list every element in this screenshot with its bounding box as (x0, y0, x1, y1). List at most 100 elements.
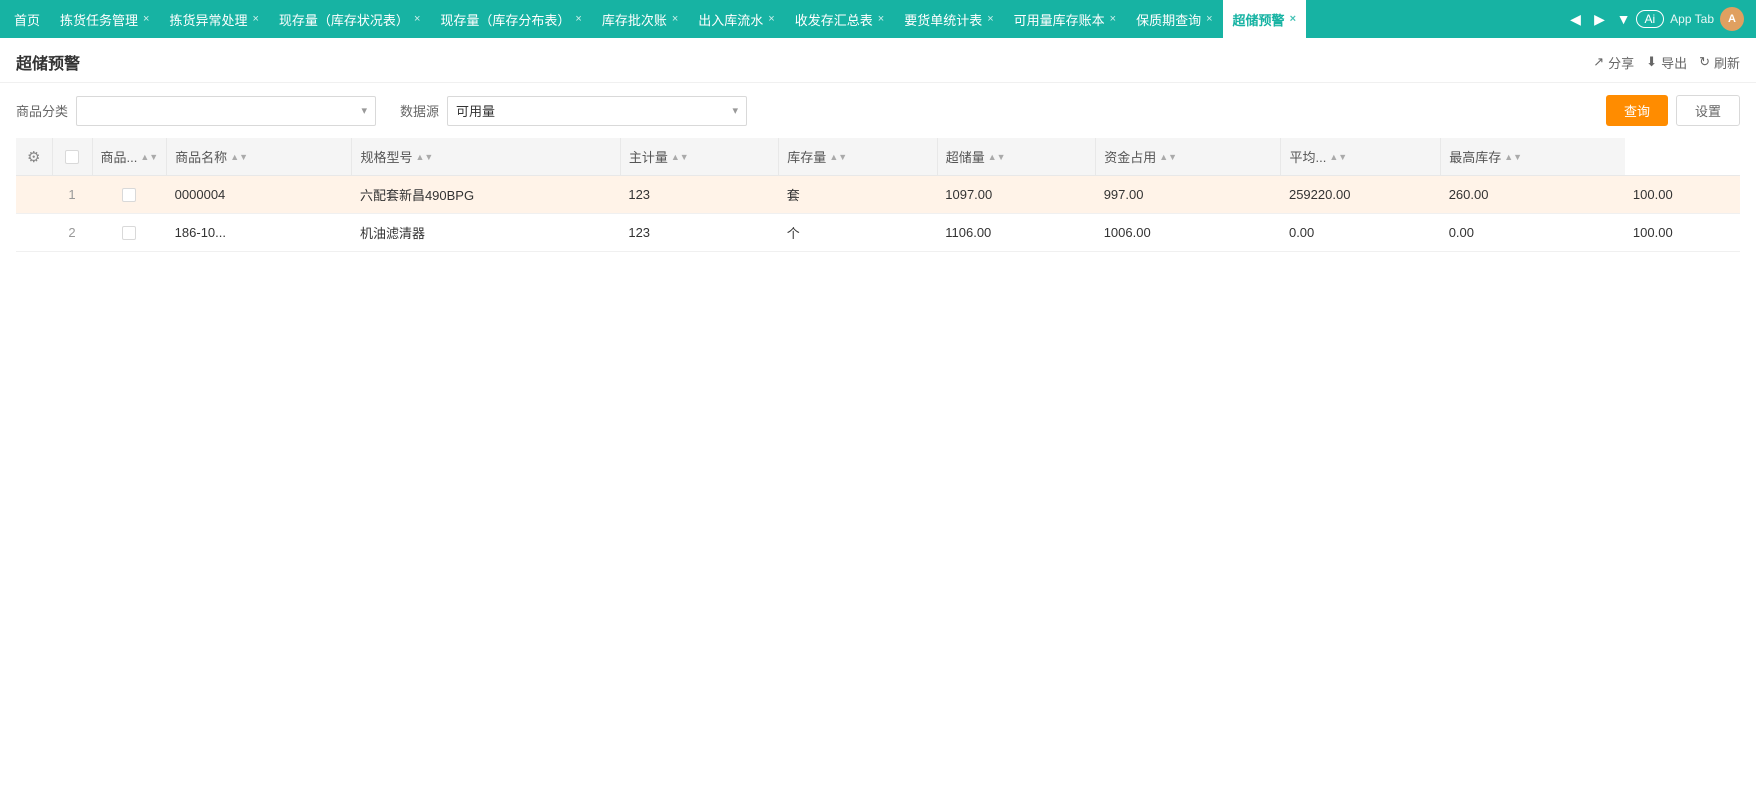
nav-close-icon-7[interactable]: × (878, 13, 884, 25)
th-stock[interactable]: 库存量 ▲▼ (779, 138, 937, 176)
row-gear-cell (16, 214, 52, 252)
row-capital: 259220.00 (1281, 176, 1441, 214)
nav-prev-button[interactable]: ◀ (1564, 0, 1588, 38)
row-checkbox-input[interactable] (122, 188, 136, 202)
sort-icon-spec: ▲▼ (415, 152, 433, 162)
row-checkbox-input[interactable] (122, 226, 136, 240)
row-product-code: 0000004 (167, 176, 352, 214)
sort-icon-max: ▲▼ (1504, 152, 1522, 162)
th-max-stock[interactable]: 最高库存 ▲▼ (1441, 138, 1625, 176)
th-product-code[interactable]: 商品... ▲▼ (92, 138, 167, 176)
data-table: ⚙ 商品... ▲▼ 商品名称 ▲▼ (16, 138, 1740, 252)
sort-icon: ▲▼ (140, 152, 158, 162)
header-actions: ↗ 分享 ⬇ 导出 ↻ 刷新 (1593, 53, 1740, 72)
avatar[interactable]: A (1720, 7, 1744, 31)
gear-icon[interactable]: ⚙ (27, 149, 40, 166)
refresh-button[interactable]: ↻ 刷新 (1699, 53, 1740, 72)
row-product-name: 机油滤清器 (352, 214, 620, 252)
th-unit[interactable]: 主计量 ▲▼ (620, 138, 778, 176)
row-product-name: 六配套新昌490BPG (352, 176, 620, 214)
datasource-select[interactable]: 可用量 ▾ (447, 96, 747, 126)
nav-item-11[interactable]: 超储预警× (1223, 0, 1306, 38)
sort-icon-over: ▲▼ (988, 152, 1006, 162)
nav-item-1[interactable]: 拣货任务管理× (50, 0, 159, 38)
nav-item-6[interactable]: 出入库流水× (688, 0, 784, 38)
table-row: 2186-10...机油滤清器123个1106.001006.000.000.0… (16, 214, 1740, 252)
row-over-stock: 1006.00 (1096, 214, 1281, 252)
row-avg: 0.00 (1441, 214, 1625, 252)
datasource-select-value: 可用量 (456, 101, 495, 120)
row-unit: 套 (779, 176, 937, 214)
export-icon: ⬇ (1646, 54, 1657, 70)
row-gear-cell (16, 176, 52, 214)
nav-item-7[interactable]: 收发存汇总表× (785, 0, 894, 38)
setting-button[interactable]: 设置 (1676, 95, 1740, 126)
row-checkbox (92, 176, 167, 214)
category-label: 商品分类 (16, 101, 68, 120)
select-all-checkbox[interactable] (65, 150, 79, 164)
filter-area: 商品分类 ▾ 数据源 可用量 ▾ 查询 设置 (0, 83, 1756, 138)
nav-close-icon-8[interactable]: × (987, 13, 993, 25)
th-spec[interactable]: 规格型号 ▲▼ (352, 138, 620, 176)
refresh-icon: ↻ (1699, 54, 1710, 70)
sort-product-code[interactable]: 商品... ▲▼ (101, 147, 159, 166)
nav-close-icon-2[interactable]: × (252, 13, 258, 25)
row-max-stock: 100.00 (1625, 176, 1740, 214)
category-filter-group: 商品分类 ▾ (16, 96, 376, 126)
nav-item-0[interactable]: 首页 (4, 0, 50, 38)
nav-close-icon-9[interactable]: × (1110, 13, 1116, 25)
filter-buttons: 查询 设置 (1606, 95, 1740, 126)
nav-item-5[interactable]: 库存批次账× (592, 0, 688, 38)
chevron-down-icon-2: ▾ (733, 104, 739, 117)
row-product-code: 186-10... (167, 214, 352, 252)
app-tab-label: App Tab (1670, 12, 1714, 26)
share-button[interactable]: ↗ 分享 (1593, 53, 1634, 72)
sort-icon-unit: ▲▼ (671, 152, 689, 162)
datasource-filter-group: 数据源 可用量 ▾ (400, 96, 747, 126)
nav-close-icon-5[interactable]: × (672, 13, 678, 25)
table-container: ⚙ 商品... ▲▼ 商品名称 ▲▼ (0, 138, 1756, 252)
nav-item-8[interactable]: 要货单统计表× (894, 0, 1003, 38)
query-button[interactable]: 查询 (1606, 95, 1668, 126)
th-product-name[interactable]: 商品名称 ▲▼ (167, 138, 352, 176)
th-checkbox (52, 138, 92, 176)
ai-badge[interactable]: Ai (1636, 10, 1665, 28)
table-row: 10000004六配套新昌490BPG123套1097.00997.002592… (16, 176, 1740, 214)
category-select[interactable]: ▾ (76, 96, 376, 126)
export-button[interactable]: ⬇ 导出 (1646, 53, 1687, 72)
nav-close-icon-1[interactable]: × (143, 13, 149, 25)
sort-icon-capital: ▲▼ (1159, 152, 1177, 162)
top-navigation: 首页拣货任务管理×拣货异常处理×现存量（库存状况表）×现存量（库存分布表）×库存… (0, 0, 1756, 38)
row-over-stock: 997.00 (1096, 176, 1281, 214)
row-checkbox (92, 214, 167, 252)
nav-close-icon-4[interactable]: × (575, 13, 581, 25)
row-stock: 1097.00 (937, 176, 1095, 214)
row-capital: 0.00 (1281, 214, 1441, 252)
nav-item-3[interactable]: 现存量（库存状况表）× (269, 0, 430, 38)
row-avg: 260.00 (1441, 176, 1625, 214)
row-spec: 123 (620, 214, 778, 252)
share-icon: ↗ (1593, 54, 1604, 70)
page-header: 超储预警 ↗ 分享 ⬇ 导出 ↻ 刷新 (0, 38, 1756, 83)
nav-item-9[interactable]: 可用量库存账本× (1004, 0, 1126, 38)
nav-next-button[interactable]: ▶ (1588, 0, 1612, 38)
nav-item-2[interactable]: 拣货异常处理× (159, 0, 268, 38)
row-stock: 1106.00 (937, 214, 1095, 252)
nav-item-10[interactable]: 保质期查询× (1126, 0, 1222, 38)
row-spec: 123 (620, 176, 778, 214)
th-capital[interactable]: 资金占用 ▲▼ (1096, 138, 1281, 176)
th-settings: ⚙ (16, 138, 52, 176)
nav-close-icon-6[interactable]: × (768, 13, 774, 25)
nav-close-icon-10[interactable]: × (1206, 13, 1212, 25)
nav-more-button[interactable]: ▼ (1612, 0, 1636, 38)
nav-close-icon-3[interactable]: × (414, 13, 420, 25)
row-max-stock: 100.00 (1625, 214, 1740, 252)
th-avg[interactable]: 平均... ▲▼ (1281, 138, 1441, 176)
row-unit: 个 (779, 214, 937, 252)
th-over-stock[interactable]: 超储量 ▲▼ (937, 138, 1095, 176)
sort-icon-avg: ▲▼ (1329, 152, 1347, 162)
nav-item-4[interactable]: 现存量（库存分布表）× (430, 0, 591, 38)
table-header-row: ⚙ 商品... ▲▼ 商品名称 ▲▼ (16, 138, 1740, 176)
nav-close-icon-11[interactable]: × (1290, 13, 1296, 25)
user-area: Ai App Tab A (1636, 7, 1753, 31)
